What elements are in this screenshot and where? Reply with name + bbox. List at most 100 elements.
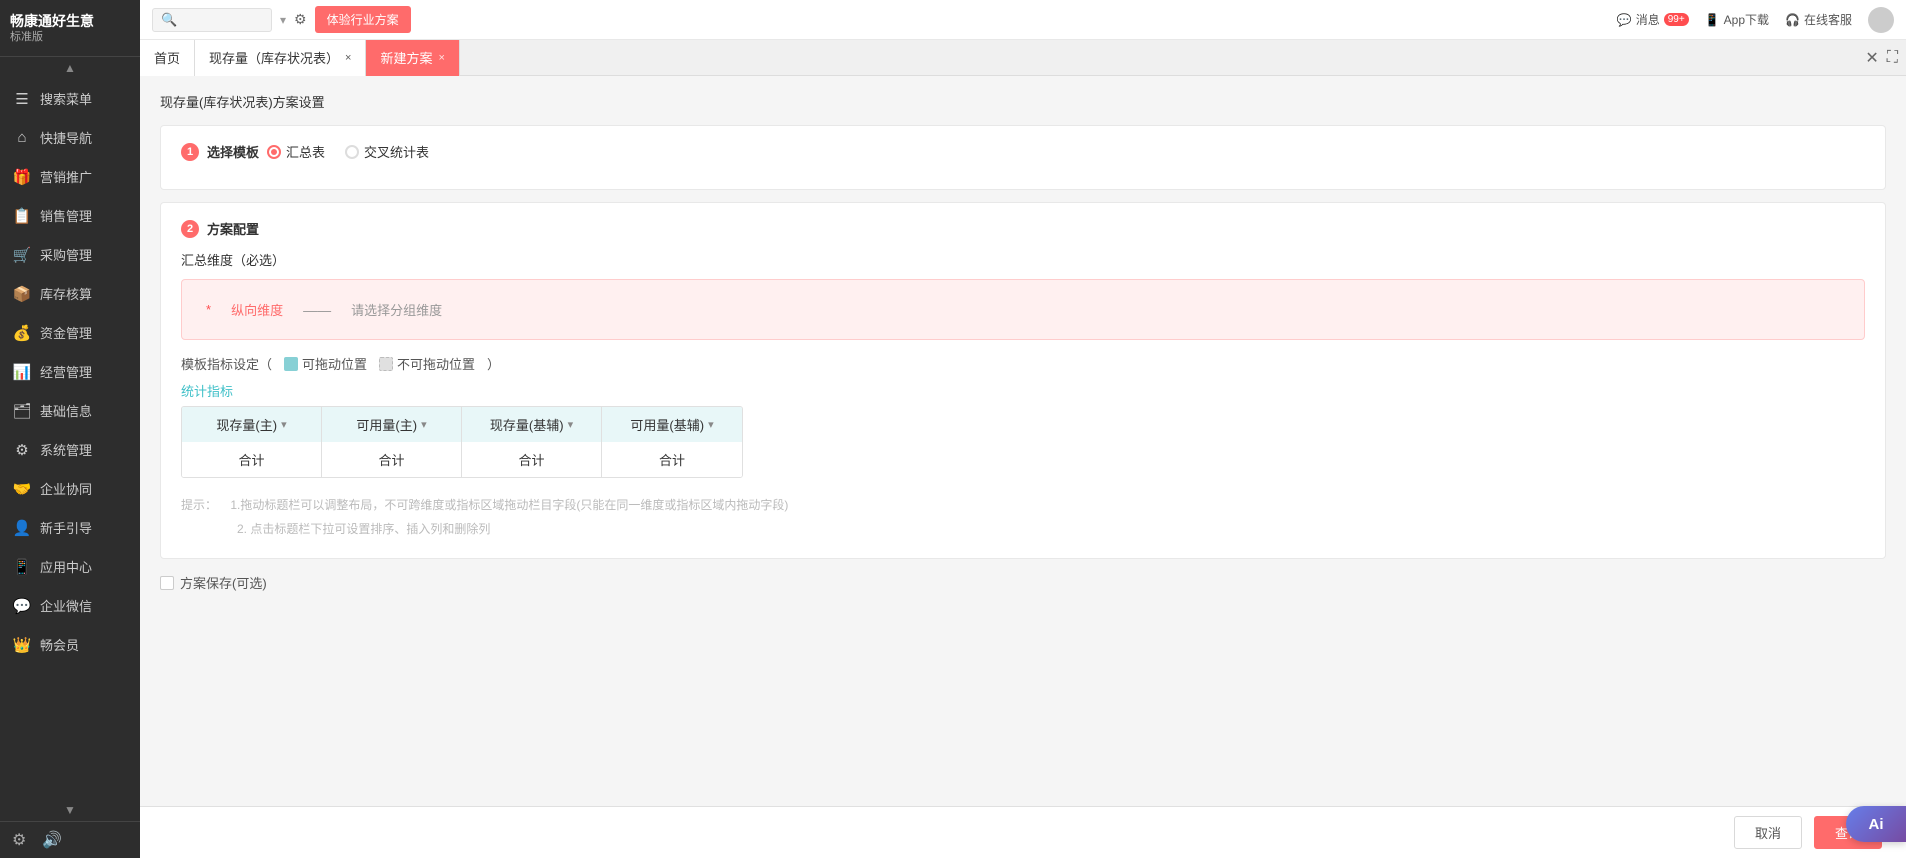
sidebar-item-apps[interactable]: 📱应用中心 <box>0 547 140 586</box>
sidebar-scroll-down[interactable]: ▼ <box>0 799 140 821</box>
avatar[interactable] <box>1868 7 1894 33</box>
radio-summary-label: 汇总表 <box>286 142 325 161</box>
sidebar-item-label: 销售管理 <box>40 206 92 225</box>
message-item[interactable]: 💬 消息 99+ <box>1617 11 1689 28</box>
hint-title-text: 提示： <box>181 498 227 512</box>
sidebar-item-basic[interactable]: 🗂 基础信息 <box>0 391 140 430</box>
app-download-item[interactable]: 📱 App下载 <box>1705 11 1769 28</box>
radio-cross[interactable]: 交叉统计表 <box>345 142 429 161</box>
topbar-right: 💬 消息 99+ 📱 App下载 🎧 在线客服 <box>1617 7 1894 33</box>
sidebar-item-label: 企业协同 <box>40 479 92 498</box>
indicators-row: 模板指标设定（ 可拖动位置 不可拖动位置 ） <box>181 354 1865 373</box>
radio-summary[interactable]: 汇总表 <box>267 142 325 161</box>
stats-header-cell-1[interactable]: 可用量(主)▾ <box>322 407 462 442</box>
sidebar-item-search-menu[interactable]: ☰搜索菜单 <box>0 79 140 118</box>
sidebar-item-label: 系统管理 <box>40 440 92 459</box>
dim-label-text: 汇总维度（必选） <box>181 253 285 268</box>
tab-inventory-close[interactable]: × <box>345 52 351 64</box>
indicators-label: 模板指标设定（ <box>181 354 272 373</box>
inventory-icon: 📦 <box>12 285 32 303</box>
section-config: 2 方案配置 汇总维度（必选） * 纵向维度 —— 请选择分组维度 模板指标设定… <box>160 202 1886 559</box>
tab-home[interactable]: 首页 <box>140 40 195 76</box>
topbar-gear-icon[interactable]: ⚙ <box>294 11 307 28</box>
section1-title: 选择模板 <box>207 142 259 161</box>
basic-icon: 🗂 <box>12 402 32 420</box>
sidebar-item-cooperation[interactable]: 🤝企业协同 <box>0 469 140 508</box>
stats-header-cell-2[interactable]: 现存量(基辅)▾ <box>462 407 602 442</box>
cancel-button[interactable]: 取消 <box>1734 816 1802 849</box>
sidebar-item-inventory[interactable]: 📦 库存核算 <box>0 274 140 313</box>
tab-inventory[interactable]: 现存量（库存状况表） × <box>195 40 366 76</box>
search-icon: 🔍 <box>161 12 177 28</box>
settings-icon[interactable]: ⚙ <box>12 830 26 850</box>
app-name: 畅康通好生意 <box>10 12 130 30</box>
sidebar-item-label: 畅会员 <box>40 635 79 654</box>
sidebar-scroll-up[interactable]: ▲ <box>0 57 140 79</box>
radio-cross-label: 交叉统计表 <box>364 142 429 161</box>
sidebar-item-marketing[interactable]: 🎁营销推广 <box>0 157 140 196</box>
member-icon: 👑 <box>12 636 32 654</box>
sidebar-bottom: ⚙ 🔊 <box>0 821 140 858</box>
sidebar-item-label: 库存核算 <box>40 284 92 303</box>
headset-icon: 🎧 <box>1785 13 1800 27</box>
sidebar-item-wechat[interactable]: 💬企业微信 <box>0 586 140 625</box>
window-close-btn[interactable]: ✕ <box>1865 48 1878 68</box>
speaker-icon[interactable]: 🔊 <box>42 830 62 850</box>
section1-num: 1 <box>181 143 199 161</box>
sidebar-item-label: 快捷导航 <box>40 128 92 147</box>
bottom-bar: 取消 查询 <box>140 806 1906 858</box>
sidebar-item-label: 企业微信 <box>40 596 92 615</box>
sidebar-item-label: 经营管理 <box>40 362 92 381</box>
sidebar-item-purchase[interactable]: 🛒采购管理 <box>0 235 140 274</box>
draggable-box <box>284 357 298 371</box>
sidebar-item-label: 资金管理 <box>40 323 92 342</box>
dropdown-icon-3[interactable]: ▾ <box>708 418 714 431</box>
dim-required-mark: * <box>206 302 211 317</box>
sidebar-item-sales[interactable]: 📋销售管理 <box>0 196 140 235</box>
dim-arrow: —— <box>303 302 331 318</box>
stats-header-cell-0[interactable]: 现存量(主)▾ <box>182 407 322 442</box>
dropdown-icon-0[interactable]: ▾ <box>281 418 287 431</box>
stats-header-row: 现存量(主)▾可用量(主)▾现存量(基辅)▾可用量(基辅)▾ <box>182 407 742 442</box>
ai-fab-button[interactable]: Ai <box>1846 806 1906 842</box>
stats-header-cell-3[interactable]: 可用量(基辅)▾ <box>602 407 742 442</box>
sidebar-item-newbie[interactable]: 👤新手引导 <box>0 508 140 547</box>
section2-num: 2 <box>181 220 199 238</box>
message-badge: 99+ <box>1664 13 1689 26</box>
dropdown-icon-2[interactable]: ▾ <box>568 418 574 431</box>
sidebar-item-label: 基础信息 <box>40 401 92 420</box>
sidebar-item-member[interactable]: 👑 畅会员 <box>0 625 140 664</box>
draggable-label: 可拖动位置 <box>302 354 367 373</box>
save-checkbox[interactable] <box>160 576 174 590</box>
system-icon: ⚙ <box>12 441 32 459</box>
search-input[interactable] <box>181 13 241 27</box>
tab-new-scheme-close[interactable]: × <box>438 52 444 64</box>
content-area: 现存量(库存状况表)方案设置 1 选择模板 汇总表 交叉统计表 <box>140 76 1906 858</box>
business-icon: 📊 <box>12 363 32 381</box>
sidebar-item-system[interactable]: ⚙ 系统管理 <box>0 430 140 469</box>
sidebar-item-label: 采购管理 <box>40 245 92 264</box>
newbie-icon: 👤 <box>12 519 32 537</box>
tab-new-scheme[interactable]: 新建方案 × <box>366 40 459 76</box>
dim-vertical-label: 纵向维度 <box>231 300 283 319</box>
online-service-item[interactable]: 🎧 在线客服 <box>1785 11 1852 28</box>
app-logo: 畅康通好生意 标准版 <box>0 0 140 57</box>
hints: 提示： 1.拖动标题栏可以调整布局，不可跨维度或指标区域拖动栏目字段(只能在同一… <box>181 495 1865 540</box>
app-download-label: App下载 <box>1724 11 1769 28</box>
window-expand-btn[interactable]: ⛶ <box>1887 49 1898 67</box>
stats-table: 现存量(主)▾可用量(主)▾现存量(基辅)▾可用量(基辅)▾ 合计合计合计合计 <box>181 406 743 478</box>
sidebar-item-quick-nav[interactable]: ⌂快捷导航 <box>0 118 140 157</box>
topbar-chevron-icon[interactable]: ▾ <box>280 13 286 27</box>
dim-area[interactable]: * 纵向维度 —— 请选择分组维度 <box>181 279 1865 340</box>
sidebar-item-business[interactable]: 📊 经营管理 <box>0 352 140 391</box>
save-row: 方案保存(可选) <box>160 573 1886 592</box>
trial-btn[interactable]: 体验行业方案 <box>315 6 411 33</box>
section2-header: 2 方案配置 <box>181 219 1865 238</box>
section2-title: 方案配置 <box>207 219 259 238</box>
app-download-icon: 📱 <box>1705 13 1720 27</box>
search-box[interactable]: 🔍 <box>152 8 272 32</box>
dropdown-icon-1[interactable]: ▾ <box>421 418 427 431</box>
stats-body-cell-1: 合计 <box>322 442 462 477</box>
sidebar-item-finance[interactable]: 💰资金管理 <box>0 313 140 352</box>
topbar: 🔍 ▾ ⚙ 体验行业方案 💬 消息 99+ 📱 App下载 🎧 在线客服 <box>140 0 1906 40</box>
